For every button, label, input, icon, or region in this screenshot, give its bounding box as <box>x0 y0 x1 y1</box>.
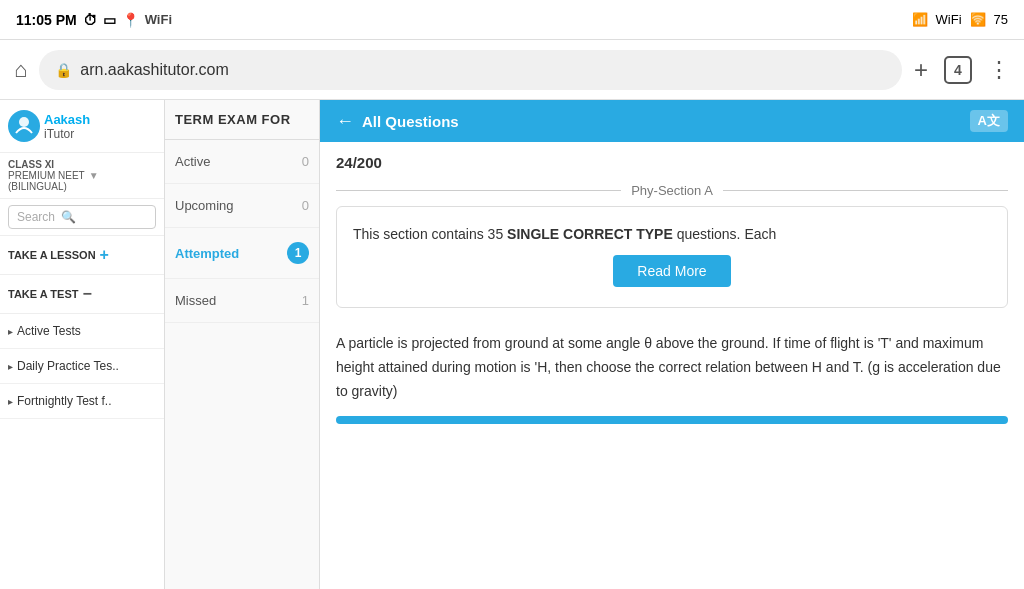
filter-attempted[interactable]: Attempted 1 <box>165 228 319 279</box>
filter-attempted-badge: 1 <box>287 242 309 264</box>
middle-header: TERM EXAM FOR <box>165 100 319 140</box>
question-content: A particle is projected from ground at s… <box>336 335 1001 399</box>
options-bar <box>336 416 1008 424</box>
status-right: 📶 WiFi 🛜 75 <box>912 12 1008 27</box>
main-content: Aakash iTutor CLASS XI PREMIUM NEET (BIL… <box>0 100 1024 589</box>
sidebar: Aakash iTutor CLASS XI PREMIUM NEET (BIL… <box>0 100 165 589</box>
plan-label: PREMIUM NEET <box>8 170 85 181</box>
more-options-button[interactable]: ⋮ <box>988 57 1010 83</box>
filter-active[interactable]: Active 0 <box>165 140 319 184</box>
status-bar: 11:05 PM ⏱ ▭ 📍 WiFi 📶 WiFi 🛜 75 <box>0 0 1024 40</box>
bullet-icon: ▸ <box>8 396 13 407</box>
middle-panel: TERM EXAM FOR Active 0 Upcoming 0 Attemp… <box>165 100 320 589</box>
search-placeholder: Search <box>17 210 55 224</box>
search-icon: 🔍 <box>61 210 76 224</box>
take-lesson-label: TAKE A LESSON <box>8 249 96 261</box>
filter-missed[interactable]: Missed 1 <box>165 279 319 323</box>
right-panel: ← All Questions A文 24/200 Phy-Section A … <box>320 100 1024 589</box>
browser-actions: + 4 ⋮ <box>914 56 1010 84</box>
section-card: This section contains 35 SINGLE CORRECT … <box>336 206 1008 308</box>
daily-practice-label: Daily Practice Tes.. <box>17 359 119 373</box>
logo-text-block: Aakash iTutor <box>44 112 90 141</box>
aakash-logo-icon <box>8 110 40 142</box>
sidebar-item-fortnightly[interactable]: ▸ Fortnightly Test f.. <box>0 384 164 419</box>
question-count: 24/200 <box>320 142 1024 183</box>
filter-attempted-label: Attempted <box>175 246 239 261</box>
filter-missed-label: Missed <box>175 293 216 308</box>
add-tab-button[interactable]: + <box>914 56 928 84</box>
az-badge[interactable]: A文 <box>970 110 1008 132</box>
clock-icon: ⏱ <box>83 12 97 28</box>
back-arrow-button[interactable]: ← <box>336 111 354 132</box>
filter-upcoming[interactable]: Upcoming 0 <box>165 184 319 228</box>
wifi-icon: 🛜 <box>970 12 986 27</box>
lock-icon: 🔒 <box>55 62 72 78</box>
take-lesson-item[interactable]: TAKE A LESSON + <box>0 236 164 275</box>
logo-aakash: Aakash <box>44 112 90 127</box>
fortnightly-label: Fortnightly Test f.. <box>17 394 111 408</box>
tab-count-button[interactable]: 4 <box>944 56 972 84</box>
user-dropdown-arrow[interactable]: ▼ <box>89 170 99 181</box>
divider-line-left <box>336 190 621 191</box>
filter-upcoming-count: 0 <box>302 198 309 213</box>
sidebar-item-daily-practice[interactable]: ▸ Daily Practice Tes.. <box>0 349 164 384</box>
app-name: WiFi <box>145 12 172 27</box>
home-icon[interactable]: ⌂ <box>14 57 27 83</box>
search-container: Search 🔍 <box>0 199 164 236</box>
status-left: 11:05 PM ⏱ ▭ 📍 WiFi <box>16 12 172 28</box>
lang-label: (BILINGUAL) <box>8 181 85 192</box>
location-icon: 📍 <box>122 12 139 28</box>
section-description: This section contains 35 SINGLE CORRECT … <box>353 223 991 245</box>
bullet-icon: ▸ <box>8 361 13 372</box>
url-bar[interactable]: 🔒 arn.aakashitutor.com <box>39 50 902 90</box>
divider-line-right <box>723 190 1008 191</box>
filter-active-label: Active <box>175 154 210 169</box>
time-display: 11:05 PM <box>16 12 77 28</box>
search-box[interactable]: Search 🔍 <box>8 205 156 229</box>
signal-icon: 📶 <box>912 12 928 27</box>
url-text: arn.aakashitutor.com <box>80 61 229 79</box>
filter-missed-count: 1 <box>302 293 309 308</box>
section-label: Phy-Section A <box>631 183 713 198</box>
take-lesson-plus-icon: + <box>100 246 109 264</box>
wifi-label: WiFi <box>936 12 962 27</box>
filter-upcoming-label: Upcoming <box>175 198 234 213</box>
take-test-minus-icon: − <box>82 285 91 303</box>
cast-icon: ▭ <box>103 12 116 28</box>
section-divider: Phy-Section A <box>320 183 1024 206</box>
battery-display: 75 <box>994 12 1008 27</box>
user-class-info: CLASS XI PREMIUM NEET (BILINGUAL) <box>8 159 85 192</box>
right-panel-header: ← All Questions A文 <box>320 100 1024 142</box>
right-header-left: ← All Questions <box>336 111 459 132</box>
all-questions-title: All Questions <box>362 113 459 130</box>
filter-active-count: 0 <box>302 154 309 169</box>
sidebar-item-active-tests[interactable]: ▸ Active Tests <box>0 314 164 349</box>
class-label: CLASS XI <box>8 159 85 170</box>
take-test-label: TAKE A TEST <box>8 288 78 300</box>
svg-point-0 <box>19 117 29 127</box>
take-test-item[interactable]: TAKE A TEST − <box>0 275 164 314</box>
bullet-icon: ▸ <box>8 326 13 337</box>
sidebar-user-info[interactable]: CLASS XI PREMIUM NEET (BILINGUAL) ▼ <box>0 153 164 199</box>
question-text: A particle is projected from ground at s… <box>320 320 1024 415</box>
logo-itutor: iTutor <box>44 127 90 141</box>
browser-bar: ⌂ 🔒 arn.aakashitutor.com + 4 ⋮ <box>0 40 1024 100</box>
read-more-button[interactable]: Read More <box>613 255 730 287</box>
active-tests-label: Active Tests <box>17 324 81 338</box>
sidebar-logo: Aakash iTutor <box>0 100 164 153</box>
